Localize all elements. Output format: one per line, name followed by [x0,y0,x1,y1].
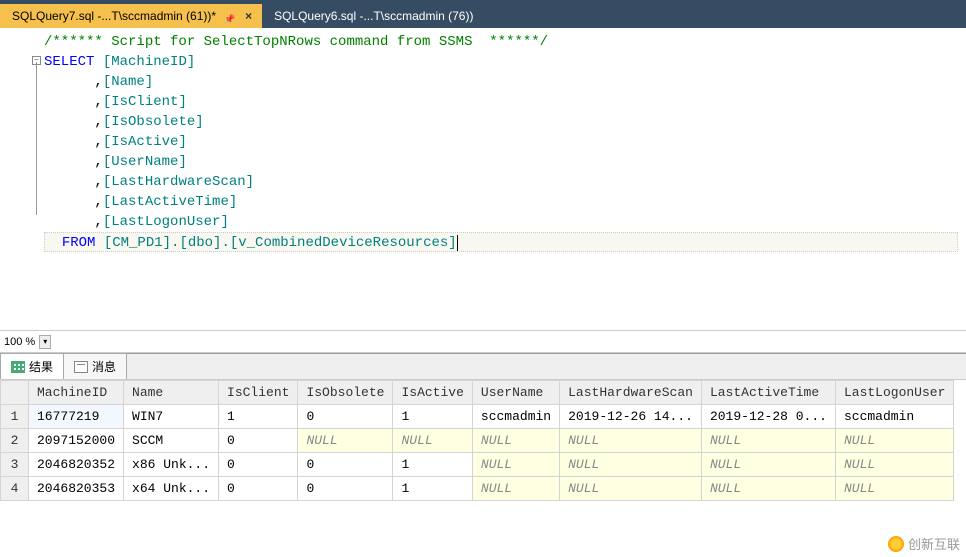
messages-icon [74,361,88,373]
grid-cell[interactable]: 0 [219,477,298,501]
grid-cell[interactable]: 0 [298,405,393,429]
watermark-text: 创新互联 [908,534,960,553]
fold-line [36,62,37,215]
column-header[interactable]: IsObsolete [298,381,393,405]
grid-cell[interactable]: x64 Unk... [124,477,219,501]
table-row[interactable]: 32046820352x86 Unk...001NULLNULLNULLNULL [1,453,954,477]
table-row[interactable]: 116777219WIN7101sccmadmin2019-12-26 14..… [1,405,954,429]
grid-cell[interactable]: sccmadmin [835,405,953,429]
grid-cell[interactable]: NULL [298,429,393,453]
grid-cell[interactable]: 1 [219,405,298,429]
row-number[interactable]: 1 [1,405,29,429]
zoom-value: 100 % [4,336,35,348]
watermark: 创新互联 [888,534,960,553]
watermark-logo-icon [888,536,904,552]
grid-cell[interactable]: 0 [219,429,298,453]
grid-cell[interactable]: NULL [560,477,702,501]
grid-cell[interactable]: 0 [298,477,393,501]
grid-cell[interactable]: 1 [393,405,472,429]
grid-cell[interactable]: NULL [393,429,472,453]
column-header[interactable]: LastLogonUser [835,381,953,405]
column-header[interactable]: LastActiveTime [701,381,835,405]
grid-cell[interactable]: NULL [560,453,702,477]
column-header[interactable]: UserName [472,381,559,405]
grid-cell[interactable]: 2097152000 [29,429,124,453]
grid-cell[interactable]: NULL [701,429,835,453]
code-text[interactable]: /****** Script for SelectTopNRows comman… [44,32,966,330]
row-number[interactable]: 2 [1,429,29,453]
pin-icon[interactable] [224,11,234,21]
grid-cell[interactable]: x86 Unk... [124,453,219,477]
grid-cell[interactable]: NULL [560,429,702,453]
document-tab-bar: SQLQuery7.sql -...T\sccmadmin (61))* × S… [0,0,966,28]
fold-column: − [30,32,44,330]
column-header[interactable]: MachineID [29,381,124,405]
close-icon[interactable]: × [245,9,252,23]
grid-cell[interactable]: WIN7 [124,405,219,429]
table-row[interactable]: 22097152000SCCM0NULLNULLNULLNULLNULLNULL [1,429,954,453]
zoom-bar: 100 % ▾ [0,330,966,352]
tab-sqlquery6[interactable]: SQLQuery6.sql -...T\sccmadmin (76)) [262,4,483,28]
row-number[interactable]: 4 [1,477,29,501]
grid-cell[interactable]: SCCM [124,429,219,453]
grid-cell[interactable]: NULL [472,453,559,477]
tab-sqlquery7[interactable]: SQLQuery7.sql -...T\sccmadmin (61))* × [0,4,262,28]
column-header[interactable]: IsActive [393,381,472,405]
line-gutter [0,32,30,330]
sql-editor-pane: − /****** Script for SelectTopNRows comm… [0,28,966,353]
grid-cell[interactable]: sccmadmin [472,405,559,429]
tab-label: SQLQuery6.sql -...T\sccmadmin (76)) [274,9,473,23]
grid-cell[interactable]: 2019-12-26 14... [560,405,702,429]
grid-cell[interactable]: NULL [835,453,953,477]
code-area[interactable]: − /****** Script for SelectTopNRows comm… [0,28,966,330]
grid-cell[interactable]: 1 [393,477,472,501]
results-grid: MachineIDNameIsClientIsObsoleteIsActiveU… [0,380,954,501]
zoom-dropdown-icon[interactable]: ▾ [39,335,51,349]
tab-results-label: 结果 [29,358,53,375]
results-tab-bar: 结果 消息 [0,354,966,380]
grid-cell[interactable]: NULL [701,477,835,501]
grid-cell[interactable]: NULL [472,429,559,453]
column-header[interactable]: LastHardwareScan [560,381,702,405]
grid-cell[interactable]: NULL [835,429,953,453]
results-pane: 结果 消息 MachineIDNameIsClientIsObsoleteIsA… [0,353,966,557]
results-grid-wrap[interactable]: MachineIDNameIsClientIsObsoleteIsActiveU… [0,380,966,557]
grid-cell[interactable]: NULL [701,453,835,477]
grid-cell[interactable]: 0 [219,453,298,477]
grid-cell[interactable]: 2046820352 [29,453,124,477]
column-header[interactable]: IsClient [219,381,298,405]
tab-results[interactable]: 结果 [0,353,64,379]
grid-corner[interactable] [1,381,29,405]
row-number[interactable]: 3 [1,453,29,477]
tab-messages-label: 消息 [92,358,116,375]
tab-label: SQLQuery7.sql -...T\sccmadmin (61))* [12,9,216,23]
tab-messages[interactable]: 消息 [63,353,127,379]
grid-cell[interactable]: NULL [835,477,953,501]
grid-cell[interactable]: 2046820353 [29,477,124,501]
grid-cell[interactable]: 1 [393,453,472,477]
grid-cell[interactable]: 2019-12-28 0... [701,405,835,429]
grid-cell[interactable]: 16777219 [29,405,124,429]
table-row[interactable]: 42046820353x64 Unk...001NULLNULLNULLNULL [1,477,954,501]
grid-icon [11,361,25,373]
grid-cell[interactable]: NULL [472,477,559,501]
column-header[interactable]: Name [124,381,219,405]
grid-cell[interactable]: 0 [298,453,393,477]
